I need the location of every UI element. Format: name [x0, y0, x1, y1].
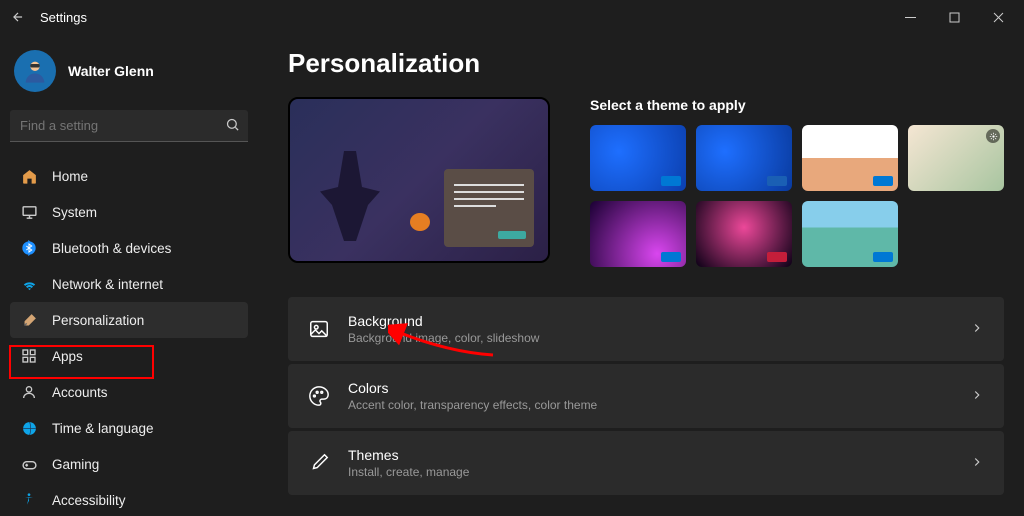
badge-icon: [986, 129, 1000, 143]
avatar: [14, 50, 56, 92]
theme-option[interactable]: [696, 125, 792, 191]
back-button[interactable]: [10, 9, 26, 25]
theme-option[interactable]: [590, 201, 686, 267]
setting-colors[interactable]: Colors Accent color, transparency effect…: [288, 364, 1004, 428]
home-icon: [20, 167, 38, 185]
theme-section-label: Select a theme to apply: [590, 97, 1004, 113]
setting-themes[interactable]: Themes Install, create, manage: [288, 431, 1004, 495]
sidebar-item-bluetooth[interactable]: Bluetooth & devices: [10, 230, 248, 266]
palette-icon: [308, 385, 330, 407]
theme-option[interactable]: [908, 125, 1004, 191]
sidebar-item-gaming[interactable]: Gaming: [10, 446, 248, 482]
sidebar-item-label: System: [52, 205, 97, 220]
maximize-button[interactable]: [932, 1, 976, 33]
sidebar-item-label: Personalization: [52, 313, 144, 328]
sidebar-item-label: Gaming: [52, 457, 99, 472]
minimize-button[interactable]: [888, 1, 932, 33]
user-name: Walter Glenn: [68, 63, 154, 79]
profile[interactable]: Walter Glenn: [10, 40, 248, 110]
sidebar-item-network[interactable]: Network & internet: [10, 266, 248, 302]
apps-icon: [20, 347, 38, 365]
setting-desc: Install, create, manage: [348, 465, 952, 479]
theme-grid: [590, 125, 1004, 267]
sidebar-item-label: Time & language: [52, 421, 154, 436]
sidebar-item-label: Accessibility: [52, 493, 126, 508]
sidebar-item-label: Home: [52, 169, 88, 184]
paintbrush-icon: [20, 311, 38, 329]
sidebar-item-personalization[interactable]: Personalization: [10, 302, 248, 338]
sidebar-item-label: Bluetooth & devices: [52, 241, 171, 256]
setting-title: Colors: [348, 380, 952, 396]
chevron-right-icon: [970, 321, 984, 338]
setting-title: Background: [348, 313, 952, 329]
chevron-right-icon: [970, 388, 984, 405]
sidebar-item-label: Network & internet: [52, 277, 163, 292]
search-icon: [225, 117, 240, 135]
theme-option[interactable]: [590, 125, 686, 191]
brush-icon: [308, 452, 330, 474]
setting-desc: Accent color, transparency effects, colo…: [348, 398, 952, 412]
sidebar-item-system[interactable]: System: [10, 194, 248, 230]
theme-option[interactable]: [802, 125, 898, 191]
gamepad-icon: [20, 455, 38, 473]
sidebar-item-time[interactable]: Time & language: [10, 410, 248, 446]
globe-clock-icon: [20, 419, 38, 437]
window-title: Settings: [40, 10, 87, 25]
sidebar-item-apps[interactable]: Apps: [10, 338, 248, 374]
settings-list: Background Background image, color, slid…: [288, 297, 1004, 495]
window-controls: [888, 1, 1020, 33]
main-content: Personalization Select a theme to apply: [258, 34, 1024, 516]
setting-title: Themes: [348, 447, 952, 463]
setting-desc: Background image, color, slideshow: [348, 331, 952, 345]
page-title: Personalization: [288, 48, 1004, 79]
theme-option[interactable]: [802, 201, 898, 267]
theme-option[interactable]: [696, 201, 792, 267]
system-icon: [20, 203, 38, 221]
chevron-right-icon: [970, 455, 984, 472]
search-box[interactable]: [10, 110, 248, 142]
wifi-icon: [20, 275, 38, 293]
person-icon: [20, 383, 38, 401]
accessibility-icon: [20, 491, 38, 509]
sidebar-item-home[interactable]: Home: [10, 158, 248, 194]
setting-background[interactable]: Background Background image, color, slid…: [288, 297, 1004, 361]
sidebar-item-label: Apps: [52, 349, 83, 364]
sidebar-item-accounts[interactable]: Accounts: [10, 374, 248, 410]
sidebar-item-accessibility[interactable]: Accessibility: [10, 482, 248, 516]
picture-icon: [308, 318, 330, 340]
sidebar: Walter Glenn Home System Bluetooth & dev…: [0, 34, 258, 516]
title-bar: Settings: [0, 0, 1024, 34]
search-input[interactable]: [10, 110, 248, 142]
close-button[interactable]: [976, 1, 1020, 33]
bluetooth-icon: [20, 239, 38, 257]
sidebar-item-label: Accounts: [52, 385, 108, 400]
desktop-preview: [288, 97, 550, 263]
